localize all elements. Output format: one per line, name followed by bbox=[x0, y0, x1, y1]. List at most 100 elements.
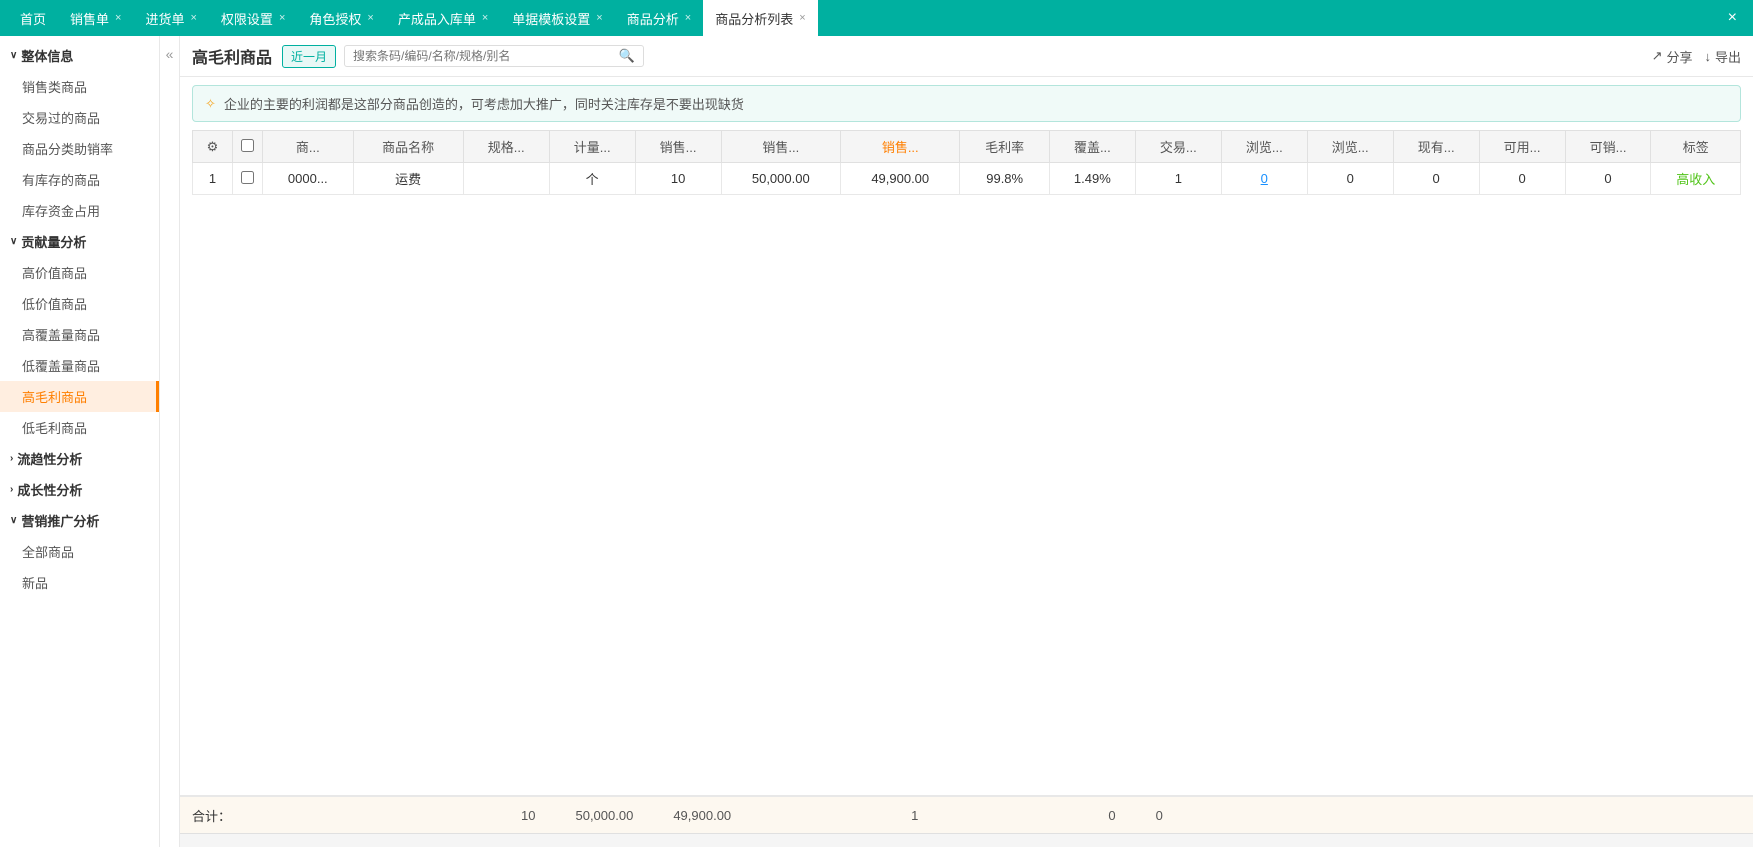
col-current: 现有... bbox=[1393, 131, 1479, 163]
footer-total: 合计： 10 50,000.00 49,900.00 1 0 0 bbox=[180, 795, 1753, 833]
nav-home[interactable]: 首页 bbox=[8, 0, 58, 36]
cell-available: 0 bbox=[1479, 163, 1565, 195]
sidebar-item-all-goods[interactable]: 全部商品 bbox=[0, 536, 159, 567]
window-close-button[interactable]: × bbox=[1720, 9, 1745, 27]
sidebar-group-marketing[interactable]: ∨ 营销推广分析 bbox=[0, 505, 159, 536]
filter-recent-month-button[interactable]: 近一月 bbox=[282, 45, 336, 68]
share-icon: ↗ bbox=[1652, 48, 1663, 64]
header-actions: ↗ 分享 ↓ 导出 bbox=[1652, 47, 1741, 66]
footer-values: 10 50,000.00 49,900.00 1 0 0 bbox=[251, 808, 1163, 823]
table-header-row: ⚙ 商... 商品名称 规格... 计量... 销售... 销售... 销售..… bbox=[193, 131, 1741, 163]
sidebar-item-sales-goods[interactable]: 销售类商品 bbox=[0, 71, 159, 102]
data-table: ⚙ 商... 商品名称 规格... 计量... 销售... 销售... 销售..… bbox=[192, 130, 1741, 195]
col-sales1: 销售... bbox=[635, 131, 721, 163]
col-gross-rate: 毛利率 bbox=[960, 131, 1049, 163]
cell-sellable: 0 bbox=[1565, 163, 1651, 195]
export-button[interactable]: ↓ 导出 bbox=[1704, 47, 1741, 66]
sidebar-item-low-value[interactable]: 低价值商品 bbox=[0, 288, 159, 319]
share-button[interactable]: ↗ 分享 bbox=[1652, 47, 1693, 66]
sidebar-item-high-value[interactable]: 高价值商品 bbox=[0, 257, 159, 288]
settings-icon[interactable]: ⚙ bbox=[207, 139, 219, 154]
collapse-icon: « bbox=[166, 46, 174, 62]
close-template-settings[interactable]: × bbox=[596, 12, 602, 24]
nav-template-settings[interactable]: 单据模板设置 × bbox=[500, 0, 614, 36]
arrow-marketing: ∨ bbox=[10, 515, 17, 526]
cell-sales1: 10 bbox=[635, 163, 721, 195]
sidebar-group-overall[interactable]: ∨ 整体信息 bbox=[0, 40, 159, 71]
content-panel: 高毛利商品 近一月 🔍 ↗ 分享 ↓ 导出 ✧ 企业的主要的利润都是这部分商品创… bbox=[180, 36, 1753, 847]
nav-product-analysis-list[interactable]: 商品分析列表 × bbox=[703, 0, 817, 36]
cell-current: 0 bbox=[1393, 163, 1479, 195]
close-permission-settings[interactable]: × bbox=[279, 12, 285, 24]
col-unit: 计量... bbox=[549, 131, 635, 163]
top-navigation: 首页 销售单 × 进货单 × 权限设置 × 角色授权 × 产成品入库单 × 单据… bbox=[0, 0, 1753, 36]
sidebar-item-new-goods[interactable]: 新品 bbox=[0, 567, 159, 598]
col-check bbox=[233, 131, 263, 163]
sidebar-item-low-margin[interactable]: 低毛利商品 bbox=[0, 412, 159, 443]
page-title: 高毛利商品 bbox=[192, 44, 272, 68]
nav-permission-settings[interactable]: 权限设置 × bbox=[209, 0, 297, 36]
sidebar-item-low-coverage[interactable]: 低覆盖量商品 bbox=[0, 350, 159, 381]
cell-sales2: 50,000.00 bbox=[721, 163, 840, 195]
nav-purchase-order[interactable]: 进货单 × bbox=[133, 0, 208, 36]
footer-available: 0 bbox=[1156, 808, 1163, 823]
sidebar-group-growth[interactable]: › 成长性分析 bbox=[0, 474, 159, 505]
arrow-trend: › bbox=[10, 453, 13, 464]
col-code: 商... bbox=[263, 131, 354, 163]
info-icon: ✧ bbox=[205, 96, 216, 112]
col-spec: 规格... bbox=[463, 131, 549, 163]
col-tag: 标签 bbox=[1651, 131, 1741, 163]
footer-label: 合计： bbox=[192, 806, 231, 825]
close-product-inbound[interactable]: × bbox=[482, 12, 488, 24]
search-input[interactable] bbox=[353, 49, 615, 63]
close-product-analysis-list[interactable]: × bbox=[799, 12, 805, 24]
cell-unit: 个 bbox=[549, 163, 635, 195]
cell-browse2: 0 bbox=[1307, 163, 1393, 195]
nav-sales-order[interactable]: 销售单 × bbox=[58, 0, 133, 36]
table-container[interactable]: ⚙ 商... 商品名称 规格... 计量... 销售... 销售... 销售..… bbox=[180, 130, 1753, 795]
cell-spec bbox=[463, 163, 549, 195]
footer-sales1: 10 bbox=[521, 808, 535, 823]
sidebar-group-trend[interactable]: › 流趋性分析 bbox=[0, 443, 159, 474]
cell-name: 运费 bbox=[353, 163, 463, 195]
cell-coverage: 1.49% bbox=[1049, 163, 1135, 195]
sidebar-collapse-button[interactable]: « bbox=[160, 36, 180, 847]
content-header: 高毛利商品 近一月 🔍 ↗ 分享 ↓ 导出 bbox=[180, 36, 1753, 77]
cell-browse1[interactable]: 0 bbox=[1221, 163, 1307, 195]
sidebar-item-traded-goods[interactable]: 交易过的商品 bbox=[0, 102, 159, 133]
sidebar: ∨ 整体信息 销售类商品 交易过的商品 商品分类助销率 有库存的商品 库存资金占… bbox=[0, 36, 160, 847]
nav-product-analysis[interactable]: 商品分析 × bbox=[615, 0, 703, 36]
footer-current: 0 bbox=[1108, 808, 1115, 823]
sidebar-item-in-stock-goods[interactable]: 有库存的商品 bbox=[0, 164, 159, 195]
close-sales-order[interactable]: × bbox=[115, 12, 121, 24]
nav-product-inbound[interactable]: 产成品入库单 × bbox=[386, 0, 500, 36]
sidebar-item-high-coverage[interactable]: 高覆盖量商品 bbox=[0, 319, 159, 350]
close-product-analysis[interactable]: × bbox=[685, 12, 691, 24]
cell-seq: 1 bbox=[193, 163, 233, 195]
sidebar-item-inventory-capital[interactable]: 库存资金占用 bbox=[0, 195, 159, 226]
search-box: 🔍 bbox=[344, 45, 644, 67]
close-purchase-order[interactable]: × bbox=[190, 12, 196, 24]
horizontal-scrollbar[interactable] bbox=[180, 833, 1753, 847]
cell-transaction: 1 bbox=[1135, 163, 1221, 195]
select-all-checkbox[interactable] bbox=[241, 139, 254, 152]
col-seq: ⚙ bbox=[193, 131, 233, 163]
row-checkbox[interactable] bbox=[241, 171, 254, 184]
col-transaction: 交易... bbox=[1135, 131, 1221, 163]
arrow-contribution: ∨ bbox=[10, 236, 17, 247]
cell-gross-rate: 99.8% bbox=[960, 163, 1049, 195]
cell-tag: 高收入 bbox=[1651, 163, 1741, 195]
info-banner: ✧ 企业的主要的利润都是这部分商品创造的，可考虑加大推广，同时关注库存是不要出现… bbox=[192, 85, 1741, 122]
col-coverage: 覆盖... bbox=[1049, 131, 1135, 163]
search-icon[interactable]: 🔍 bbox=[619, 48, 635, 64]
col-sellable: 可销... bbox=[1565, 131, 1651, 163]
col-browse1: 浏览... bbox=[1221, 131, 1307, 163]
footer-sales2: 50,000.00 bbox=[575, 808, 633, 823]
sidebar-group-contribution[interactable]: ∨ 贡献量分析 bbox=[0, 226, 159, 257]
cell-check[interactable] bbox=[233, 163, 263, 195]
sidebar-item-category-sales-rate[interactable]: 商品分类助销率 bbox=[0, 133, 159, 164]
close-role-auth[interactable]: × bbox=[367, 12, 373, 24]
nav-role-auth[interactable]: 角色授权 × bbox=[297, 0, 385, 36]
cell-sales3: 49,900.00 bbox=[841, 163, 960, 195]
sidebar-item-high-margin[interactable]: 高毛利商品 bbox=[0, 381, 159, 412]
